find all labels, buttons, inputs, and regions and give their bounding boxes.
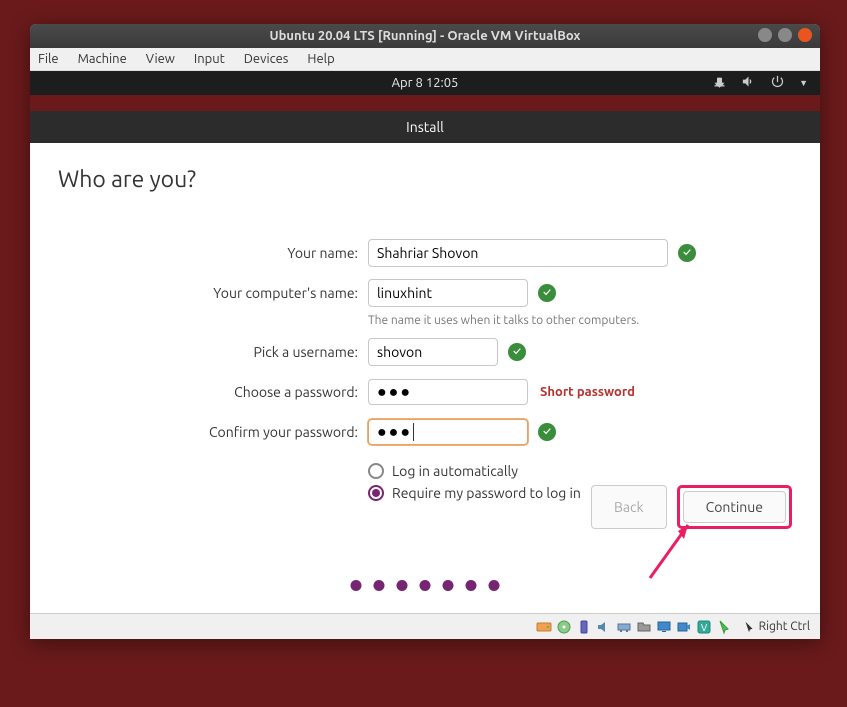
check-icon xyxy=(678,244,696,262)
radio-auto-login-label: Log in automatically xyxy=(392,463,518,479)
label-your-name: Your name: xyxy=(58,245,368,261)
shared-folder-icon[interactable] xyxy=(636,619,652,635)
menu-devices[interactable]: Devices xyxy=(244,52,289,66)
titlebar: Ubuntu 20.04 LTS [Running] - Oracle VM V… xyxy=(30,24,820,48)
progress-dot xyxy=(351,580,362,591)
progress-dot xyxy=(374,580,385,591)
menu-input[interactable]: Input xyxy=(194,52,225,66)
hdd-icon[interactable] xyxy=(536,619,552,635)
menu-file[interactable]: File xyxy=(38,52,59,66)
network-icon[interactable] xyxy=(712,74,727,92)
password-warning: Short password xyxy=(540,385,635,399)
guest-gap xyxy=(30,95,820,111)
progress-dot xyxy=(397,580,408,591)
computer-name-input[interactable] xyxy=(368,279,528,307)
check-icon xyxy=(508,343,526,361)
network-adapter-icon[interactable] xyxy=(616,619,632,635)
radio-icon xyxy=(368,485,384,501)
install-header: Install xyxy=(30,111,820,143)
confirm-password-input[interactable]: ●●● xyxy=(368,419,528,445)
progress-dot xyxy=(489,580,500,591)
window-title: Ubuntu 20.04 LTS [Running] - Oracle VM V… xyxy=(270,29,581,43)
menu-help[interactable]: Help xyxy=(307,52,334,66)
audio-icon[interactable] xyxy=(596,619,612,635)
virtualbox-statusbar: V Right Ctrl xyxy=(30,613,820,639)
usb-icon[interactable] xyxy=(576,619,592,635)
minimize-icon[interactable] xyxy=(758,28,772,42)
virtualbox-window: Ubuntu 20.04 LTS [Running] - Oracle VM V… xyxy=(30,24,820,639)
row-password: Choose a password: ●●● Short password xyxy=(58,375,792,409)
annotation-arrow-icon xyxy=(640,513,700,583)
host-key-label: Right Ctrl xyxy=(759,620,810,633)
label-username: Pick a username: xyxy=(58,344,368,360)
label-computer-name: Your computer's name: xyxy=(58,285,368,301)
label-confirm-password: Confirm your password: xyxy=(58,424,368,440)
recording-icon[interactable] xyxy=(676,619,692,635)
menu-machine[interactable]: Machine xyxy=(78,52,127,66)
host-key-indicator: Right Ctrl xyxy=(742,620,810,634)
password-input[interactable]: ●●● xyxy=(368,379,528,405)
install-body: Who are you? Your name: Your computer's … xyxy=(30,143,820,613)
progress-dots xyxy=(351,580,500,591)
optical-icon[interactable] xyxy=(556,619,572,635)
check-icon xyxy=(538,423,556,441)
computer-name-helper: The name it uses when it talks to other … xyxy=(368,314,792,327)
radio-icon xyxy=(368,463,384,479)
window-controls xyxy=(758,28,812,42)
row-confirm-password: Confirm your password: ●●● xyxy=(58,415,792,449)
your-name-input[interactable] xyxy=(368,239,668,267)
maximize-icon[interactable] xyxy=(778,28,792,42)
svg-text:V: V xyxy=(700,622,707,633)
guest-additions-icon[interactable]: V xyxy=(696,619,712,635)
guest-status-icons: ▼ xyxy=(712,74,808,92)
progress-dot xyxy=(443,580,454,591)
menu-view[interactable]: View xyxy=(146,52,175,66)
close-icon[interactable] xyxy=(798,28,812,42)
dropdown-arrow-icon[interactable]: ▼ xyxy=(799,78,808,88)
keyboard-icon xyxy=(742,620,756,634)
row-your-name: Your name: xyxy=(58,236,792,270)
label-password: Choose a password: xyxy=(58,384,368,400)
volume-icon[interactable] xyxy=(741,74,756,92)
radio-auto-login[interactable]: Log in automatically xyxy=(368,463,792,479)
page-title: Who are you? xyxy=(58,167,792,192)
menubar: File Machine View Input Devices Help xyxy=(30,48,820,71)
guest-datetime: Apr 8 12:05 xyxy=(392,76,459,90)
progress-dot xyxy=(420,580,431,591)
row-username: Pick a username: xyxy=(58,335,792,369)
mouse-integration-icon[interactable] xyxy=(716,619,732,635)
check-icon xyxy=(538,284,556,302)
username-input[interactable] xyxy=(368,338,498,366)
power-icon[interactable] xyxy=(770,74,785,92)
progress-dot xyxy=(466,580,477,591)
row-computer-name: Your computer's name: xyxy=(58,276,792,310)
guest-display: Apr 8 12:05 ▼ Install Who are you? Your … xyxy=(30,71,820,613)
display-icon[interactable] xyxy=(656,619,672,635)
guest-topbar: Apr 8 12:05 ▼ xyxy=(30,71,820,95)
radio-require-password-label: Require my password to log in xyxy=(392,485,581,501)
